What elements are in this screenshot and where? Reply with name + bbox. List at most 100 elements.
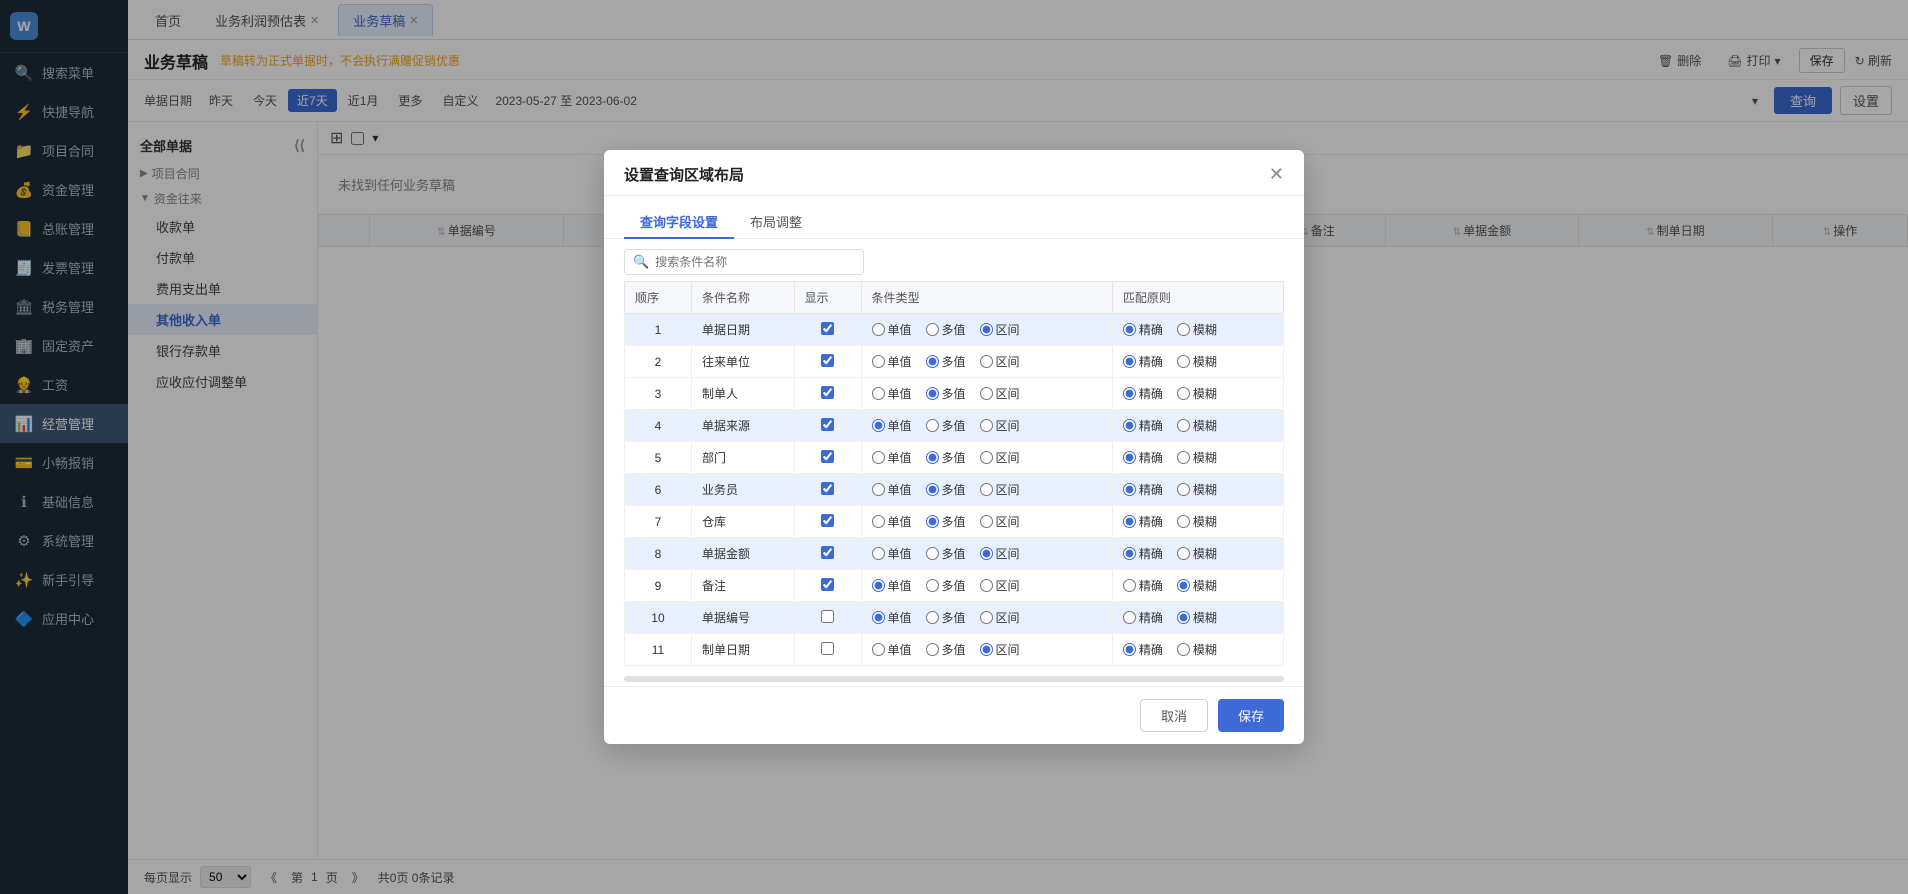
cell-show-0 [794, 314, 861, 346]
show-checkbox-7[interactable] [821, 546, 834, 559]
type-radio-单值-9[interactable]: 单值 [872, 609, 912, 626]
match-radio-模糊-2[interactable]: 模糊 [1177, 385, 1217, 402]
type-radio-区间-9[interactable]: 区间 [980, 609, 1020, 626]
type-radio-单值-5[interactable]: 单值 [872, 481, 912, 498]
cell-order-10: 11 [625, 634, 692, 666]
modal-row-10: 11制单日期单值多值区间精确模糊 [625, 634, 1284, 666]
show-checkbox-8[interactable] [821, 578, 834, 591]
type-radio-单值-4[interactable]: 单值 [872, 449, 912, 466]
type-radio-区间-3[interactable]: 区间 [980, 417, 1020, 434]
cell-type-7: 单值多值区间 [861, 538, 1112, 570]
match-radio-模糊-10[interactable]: 模糊 [1177, 641, 1217, 658]
show-checkbox-10[interactable] [821, 642, 834, 655]
show-checkbox-9[interactable] [821, 610, 834, 623]
match-radio-模糊-7[interactable]: 模糊 [1177, 545, 1217, 562]
match-radio-模糊-0[interactable]: 模糊 [1177, 321, 1217, 338]
cell-show-5 [794, 474, 861, 506]
show-checkbox-6[interactable] [821, 514, 834, 527]
show-checkbox-5[interactable] [821, 482, 834, 495]
type-radio-多值-5[interactable]: 多值 [926, 481, 966, 498]
tab-layout[interactable]: 布局调整 [734, 206, 818, 239]
match-radio-模糊-9[interactable]: 模糊 [1177, 609, 1217, 626]
match-radio-模糊-4[interactable]: 模糊 [1177, 449, 1217, 466]
match-radio-精确-3[interactable]: 精确 [1123, 417, 1163, 434]
type-radio-多值-0[interactable]: 多值 [926, 321, 966, 338]
cell-show-7 [794, 538, 861, 570]
type-radio-单值-3[interactable]: 单值 [872, 417, 912, 434]
type-radio-区间-7[interactable]: 区间 [980, 545, 1020, 562]
type-radio-单值-10[interactable]: 单值 [872, 641, 912, 658]
type-radio-区间-2[interactable]: 区间 [980, 385, 1020, 402]
cancel-button[interactable]: 取消 [1140, 699, 1208, 732]
type-radio-区间-6[interactable]: 区间 [980, 513, 1020, 530]
cell-type-5: 单值多值区间 [861, 474, 1112, 506]
type-radio-多值-3[interactable]: 多值 [926, 417, 966, 434]
type-radio-区间-0[interactable]: 区间 [980, 321, 1020, 338]
modal-row-5: 6业务员单值多值区间精确模糊 [625, 474, 1284, 506]
col-name: 条件名称 [691, 282, 794, 314]
cell-order-1: 2 [625, 346, 692, 378]
cell-order-9: 10 [625, 602, 692, 634]
match-radio-精确-7[interactable]: 精确 [1123, 545, 1163, 562]
type-radio-单值-1[interactable]: 单值 [872, 353, 912, 370]
match-radio-精确-1[interactable]: 精确 [1123, 353, 1163, 370]
match-radio-模糊-5[interactable]: 模糊 [1177, 481, 1217, 498]
type-radio-单值-0[interactable]: 单值 [872, 321, 912, 338]
modal-table-wrap: 顺序 条件名称 显示 条件类型 匹配原则 1单据日期单值多值区间精确模糊2往来单… [604, 281, 1304, 676]
type-radio-多值-4[interactable]: 多值 [926, 449, 966, 466]
type-radio-区间-1[interactable]: 区间 [980, 353, 1020, 370]
show-checkbox-4[interactable] [821, 450, 834, 463]
type-radio-区间-8[interactable]: 区间 [980, 577, 1020, 594]
modal-header: 设置查询区域布局 ✕ [604, 150, 1304, 196]
cell-type-3: 单值多值区间 [861, 410, 1112, 442]
cell-name-3: 单据来源 [691, 410, 794, 442]
type-radio-区间-4[interactable]: 区间 [980, 449, 1020, 466]
modal-close-button[interactable]: ✕ [1269, 164, 1284, 185]
type-radio-单值-2[interactable]: 单值 [872, 385, 912, 402]
cell-match-4: 精确模糊 [1112, 442, 1283, 474]
type-radio-多值-6[interactable]: 多值 [926, 513, 966, 530]
match-radio-精确-4[interactable]: 精确 [1123, 449, 1163, 466]
cell-match-5: 精确模糊 [1112, 474, 1283, 506]
show-checkbox-1[interactable] [821, 354, 834, 367]
type-radio-区间-10[interactable]: 区间 [980, 641, 1020, 658]
type-radio-区间-5[interactable]: 区间 [980, 481, 1020, 498]
modal-row-2: 3制单人单值多值区间精确模糊 [625, 378, 1284, 410]
match-radio-精确-0[interactable]: 精确 [1123, 321, 1163, 338]
col-show: 显示 [794, 282, 861, 314]
type-radio-多值-8[interactable]: 多值 [926, 577, 966, 594]
modal-row-7: 8单据金额单值多值区间精确模糊 [625, 538, 1284, 570]
modal-overlay: 设置查询区域布局 ✕ 查询字段设置 布局调整 🔍 顺序 条件名称 显示 [0, 0, 1908, 894]
match-radio-精确-6[interactable]: 精确 [1123, 513, 1163, 530]
show-checkbox-0[interactable] [821, 322, 834, 335]
type-radio-单值-6[interactable]: 单值 [872, 513, 912, 530]
cell-type-10: 单值多值区间 [861, 634, 1112, 666]
settings-modal: 设置查询区域布局 ✕ 查询字段设置 布局调整 🔍 顺序 条件名称 显示 [604, 150, 1304, 744]
tab-fields[interactable]: 查询字段设置 [624, 206, 734, 239]
match-radio-精确-5[interactable]: 精确 [1123, 481, 1163, 498]
col-order: 顺序 [625, 282, 692, 314]
cell-name-9: 单据编号 [691, 602, 794, 634]
cell-show-4 [794, 442, 861, 474]
match-radio-模糊-6[interactable]: 模糊 [1177, 513, 1217, 530]
match-radio-精确-8[interactable]: 精确 [1123, 577, 1163, 594]
type-radio-多值-1[interactable]: 多值 [926, 353, 966, 370]
match-radio-模糊-8[interactable]: 模糊 [1177, 577, 1217, 594]
confirm-save-button[interactable]: 保存 [1218, 699, 1284, 732]
match-radio-精确-10[interactable]: 精确 [1123, 641, 1163, 658]
type-radio-多值-7[interactable]: 多值 [926, 545, 966, 562]
show-checkbox-3[interactable] [821, 418, 834, 431]
condition-search-input[interactable] [655, 255, 855, 269]
match-radio-模糊-1[interactable]: 模糊 [1177, 353, 1217, 370]
type-radio-多值-10[interactable]: 多值 [926, 641, 966, 658]
type-radio-多值-9[interactable]: 多值 [926, 609, 966, 626]
match-radio-精确-9[interactable]: 精确 [1123, 609, 1163, 626]
type-radio-单值-7[interactable]: 单值 [872, 545, 912, 562]
cell-match-3: 精确模糊 [1112, 410, 1283, 442]
search-icon: 🔍 [633, 254, 649, 270]
match-radio-模糊-3[interactable]: 模糊 [1177, 417, 1217, 434]
show-checkbox-2[interactable] [821, 386, 834, 399]
match-radio-精确-2[interactable]: 精确 [1123, 385, 1163, 402]
type-radio-单值-8[interactable]: 单值 [872, 577, 912, 594]
type-radio-多值-2[interactable]: 多值 [926, 385, 966, 402]
